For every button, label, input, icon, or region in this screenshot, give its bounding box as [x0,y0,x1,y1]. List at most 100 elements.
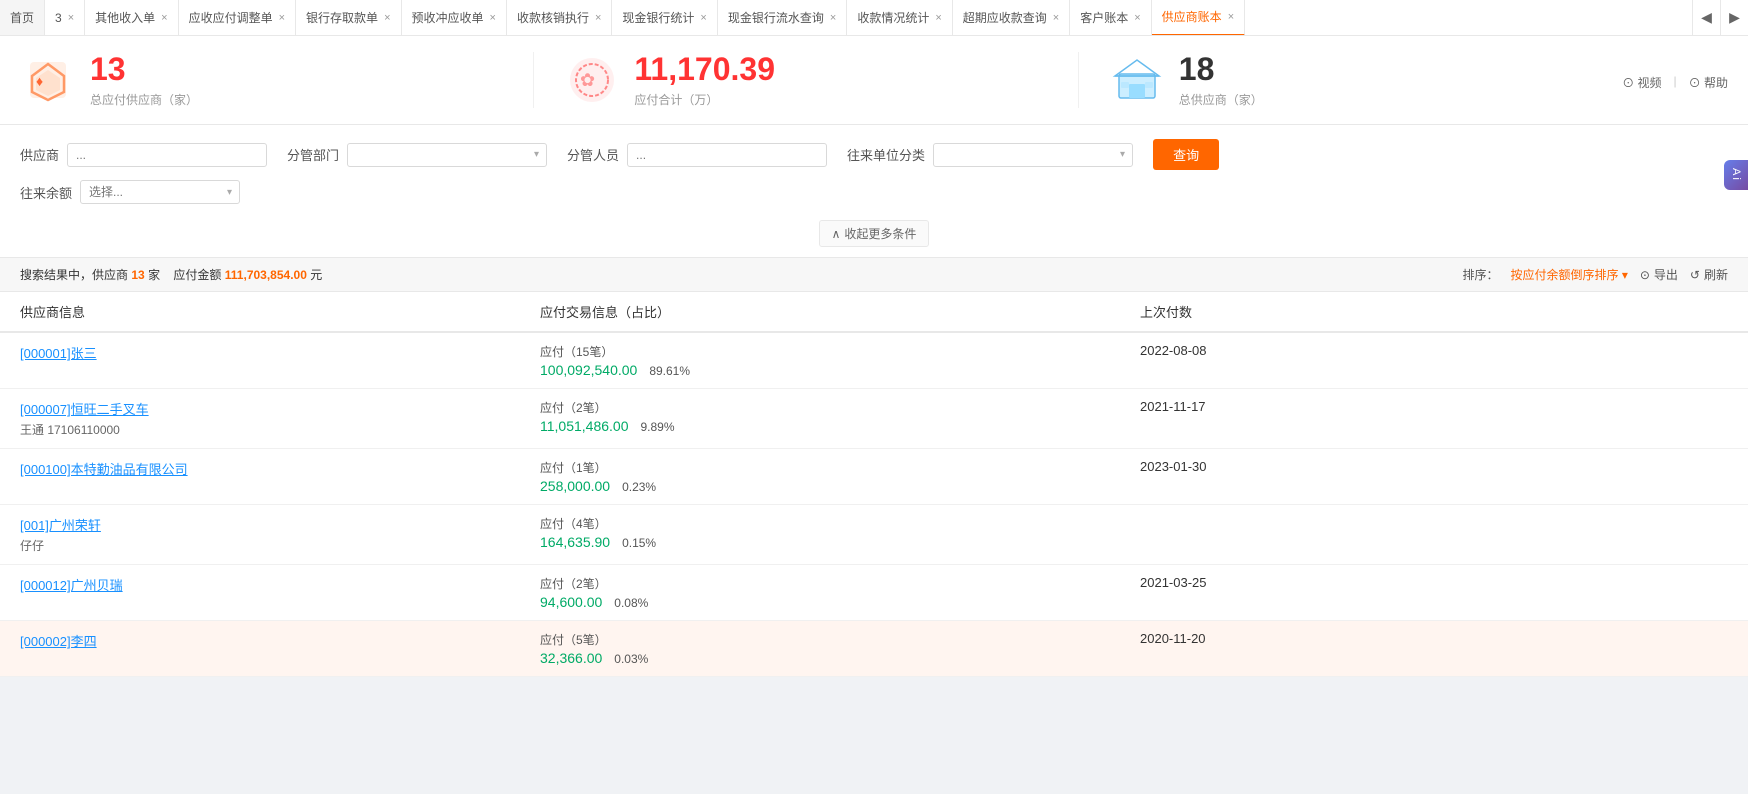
nav-item-customer-account[interactable]: 客户账本 × [1070,0,1151,36]
nav-close-other-income[interactable]: × [161,12,167,24]
export-button[interactable]: ⊙ 导出 [1640,266,1678,283]
supplier-info-0: [000001]张三 [20,343,540,362]
nav-item-bank-deposit[interactable]: 银行存取款单 × [296,0,401,36]
nav-label-supplier-account: 供应商账本 [1162,8,1222,25]
person-input[interactable] [627,143,827,167]
tx-amount-0[interactable]: 100,092,540.00 [540,362,637,378]
table-body: [000001]张三 应付（15笔） 100,092,540.00 89.61%… [0,333,1748,677]
nav-close-cash-bank-stat[interactable]: × [700,12,706,24]
nav-item-other-income[interactable]: 其他收入单 × [85,0,178,36]
supplier-link-1[interactable]: [000007]恒旺二手叉车 [20,399,540,418]
supplier-link-4[interactable]: [000012]广州贝瑞 [20,575,540,594]
tx-info-2: 应付（1笔） 258,000.00 0.23% [540,459,1140,494]
help-link[interactable]: ⊙ 帮助 [1689,74,1728,91]
nav-item-collect-verify[interactable]: 收款核销执行 × [507,0,612,36]
supplier-link-5[interactable]: [000002]李四 [20,631,540,650]
nav-label-other-income: 其他收入单 [95,9,155,26]
result-supplier-count: 13 [131,268,144,282]
tx-amount-5[interactable]: 32,366.00 [540,650,602,666]
nav-close-advance-collect[interactable]: × [490,12,496,24]
nav-item-tab3[interactable]: 3 × [45,0,85,36]
tx-row-2: 258,000.00 0.23% [540,476,1140,494]
nav-arrow-right[interactable]: ▶ [1720,0,1748,36]
tx-percent-5: 0.03% [614,652,648,666]
category-select-wrapper: ▾ [933,143,1133,167]
nav-close-cash-bank-flow[interactable]: × [830,12,836,24]
last-pay-4: 2021-03-25 [1140,575,1728,590]
nav-label-tab3: 3 [55,11,62,25]
tx-info-0: 应付（15笔） 100,092,540.00 89.61% [540,343,1140,378]
nav-close-ap-adjust[interactable]: × [279,12,285,24]
supplier-input[interactable] [67,143,267,167]
nav-item-overdue-collect[interactable]: 超期应收款查询 × [953,0,1070,36]
nav-item-home[interactable]: 首页 [0,0,45,36]
supplier-link-2[interactable]: [000100]本特勤油品有限公司 [20,459,540,478]
supplier-label: 供应商 [20,145,59,164]
video-link[interactable]: ⊙ 视频 [1622,74,1661,91]
tx-row-5: 32,366.00 0.03% [540,648,1140,666]
tx-amount-3[interactable]: 164,635.90 [540,534,610,550]
supplier-link-3[interactable]: [001]广州荣轩 [20,515,540,534]
nav-item-ap-adjust[interactable]: 应收应付调整单 × [179,0,296,36]
search-row-1: 供应商 分管部门 ▾ 分管人员 往来单位分类 ▾ 查询 [20,139,1728,170]
tx-label-0: 应付（15笔） [540,343,1140,360]
nav-item-supplier-account[interactable]: 供应商账本 × [1152,0,1245,36]
nav-item-cash-bank-flow[interactable]: 现金银行流水查询 × [718,0,847,36]
supplier-info-5: [000002]李四 [20,631,540,650]
nav-label-bank-deposit: 银行存取款单 [306,9,378,26]
person-label: 分管人员 [567,145,619,164]
table-row: [000007]恒旺二手叉车 王通 17106110000 应付（2笔） 11,… [0,389,1748,449]
result-amount: 111,703,854.00 [225,268,307,282]
nav-item-collect-stat[interactable]: 收款情况统计 × [847,0,952,36]
result-bar: 搜索结果中，供应商 13 家 应付金额 111,703,854.00 元 排序：… [0,258,1748,292]
tx-amount-4[interactable]: 94,600.00 [540,594,602,610]
supplier-sub-3: 仔仔 [20,537,540,554]
query-button[interactable]: 查询 [1153,139,1219,170]
tx-label-1: 应付（2笔） [540,399,1140,416]
supplier-link-0[interactable]: [000001]张三 [20,343,540,362]
last-pay-date-1: 2021-11-17 [1140,399,1206,414]
tx-percent-1: 9.89% [641,420,675,434]
refresh-icon: ↺ [1690,268,1700,282]
result-supplier-unit: 家 [148,268,160,282]
last-pay-date-0: 2022-08-08 [1140,343,1207,358]
supplier-info-4: [000012]广州贝瑞 [20,575,540,594]
nav-arrow-left[interactable]: ◀ [1692,0,1720,36]
nav-close-tab3[interactable]: × [68,12,74,24]
nav-close-bank-deposit[interactable]: × [384,12,390,24]
last-pay-2: 2023-01-30 [1140,459,1728,474]
nav-close-supplier-account[interactable]: × [1228,11,1234,23]
dept-input[interactable] [347,143,547,167]
collapse-chevron-icon: ∧ [832,227,841,241]
search-field-category: 往来单位分类 ▾ [847,143,1133,167]
category-input[interactable] [933,143,1133,167]
nav-label-cash-bank-flow: 现金银行流水查询 [728,9,824,26]
tx-amount-2[interactable]: 258,000.00 [540,478,610,494]
nav-close-customer-account[interactable]: × [1134,12,1140,24]
nav-item-cash-bank-stat[interactable]: 现金银行统计 × [612,0,717,36]
nav-close-overdue-collect[interactable]: × [1053,12,1059,24]
dept-label: 分管部门 [287,145,339,164]
result-amount-prefix: 应付金额 [173,268,221,282]
wheat-icon: ✿ [564,52,620,108]
sort-value[interactable]: 按应付余额倒序排序 ▾ [1510,266,1627,283]
nav-close-collect-stat[interactable]: × [935,12,941,24]
search-field-balance: 往来余额 ▾ [20,180,240,204]
ai-panel[interactable]: Ai [1724,160,1748,190]
tx-label-5: 应付（5笔） [540,631,1140,648]
nav-label-home: 首页 [10,9,34,26]
nav-item-advance-collect[interactable]: 预收冲应收单 × [402,0,507,36]
nav-label-overdue-collect: 超期应收款查询 [963,9,1047,26]
last-pay-date-2: 2023-01-30 [1140,459,1207,474]
card-number-ap-suppliers: 13 [90,52,198,87]
balance-input[interactable] [80,180,240,204]
tx-percent-2: 0.23% [622,480,656,494]
tx-label-2: 应付（1笔） [540,459,1140,476]
tx-amount-1[interactable]: 11,051,486.00 [540,418,629,434]
tx-percent-4: 0.08% [614,596,648,610]
collapse-button[interactable]: ∧ 收起更多条件 [819,220,930,247]
tx-label-3: 应付（4笔） [540,515,1140,532]
summary-card-ap-total: ✿ 11,170.39 应付合计（万） [533,52,1077,108]
nav-close-collect-verify[interactable]: × [595,12,601,24]
refresh-button[interactable]: ↺ 刷新 [1690,266,1728,283]
